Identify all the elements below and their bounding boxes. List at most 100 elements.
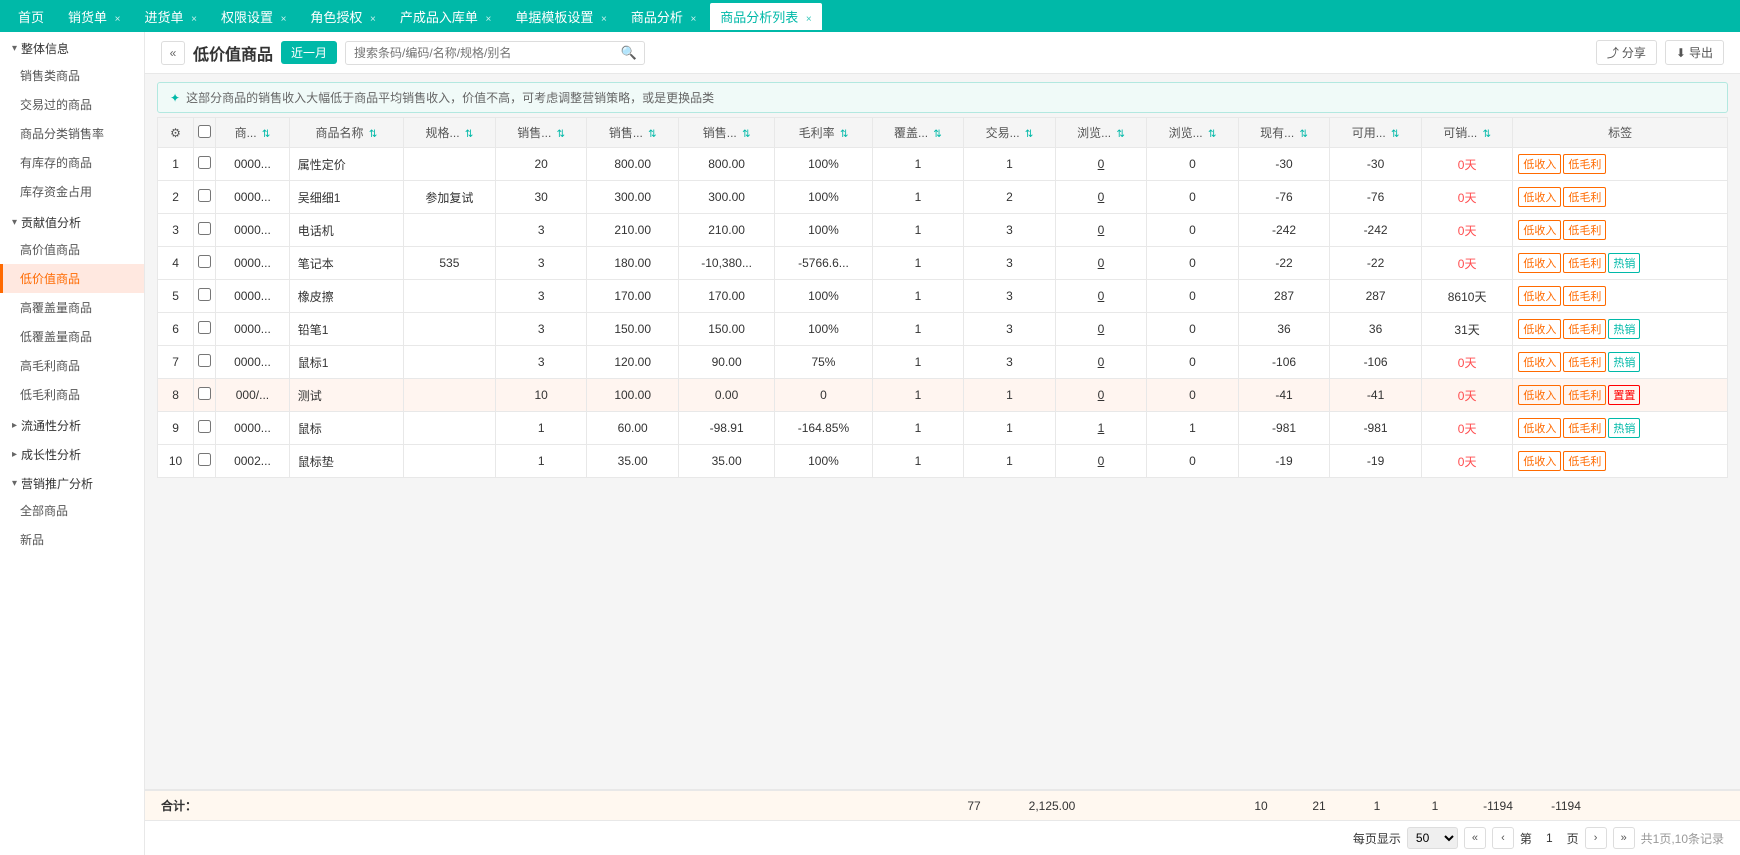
td-checkbox[interactable] bbox=[194, 247, 216, 280]
browse1-link[interactable]: 0 bbox=[1098, 157, 1105, 171]
td-name[interactable]: 笔记本 bbox=[289, 247, 403, 280]
nav-home[interactable]: 首页 bbox=[8, 3, 54, 30]
th-trade[interactable]: 交易... ⇅ bbox=[964, 118, 1056, 148]
th-code[interactable]: 商... ⇅ bbox=[216, 118, 290, 148]
th-settings[interactable]: ⚙ bbox=[158, 118, 194, 148]
table-wrapper[interactable]: ⚙ 商... ⇅ 商品名称 ⇅ 规格... ⇅ 销售... ⇅ 销售... ⇅ … bbox=[157, 117, 1728, 789]
share-button[interactable]: ⤴ 分享 bbox=[1596, 40, 1657, 65]
search-icon[interactable]: 🔍 bbox=[621, 45, 637, 61]
nav-analysis[interactable]: 商品分析 × bbox=[621, 3, 706, 30]
td-name[interactable]: 电话机 bbox=[289, 214, 403, 247]
browse1-link[interactable]: 0 bbox=[1098, 256, 1105, 270]
td-checkbox[interactable] bbox=[194, 214, 216, 247]
td-browse1[interactable]: 0 bbox=[1055, 214, 1147, 247]
nav-roles[interactable]: 角色授权 × bbox=[300, 3, 385, 30]
nav-roles-close[interactable]: × bbox=[370, 14, 376, 25]
td-name[interactable]: 橡皮擦 bbox=[289, 280, 403, 313]
sidebar-item-high-profit[interactable]: 高毛利商品 bbox=[0, 351, 144, 380]
nav-purchase-close[interactable]: × bbox=[191, 14, 197, 25]
td-name[interactable]: 鼠标 bbox=[289, 412, 403, 445]
nav-permissions[interactable]: 权限设置 × bbox=[211, 3, 296, 30]
row-checkbox[interactable] bbox=[198, 387, 211, 400]
td-browse1[interactable]: 1 bbox=[1055, 412, 1147, 445]
nav-products-close[interactable]: × bbox=[486, 14, 492, 25]
next-page-button[interactable]: › bbox=[1585, 827, 1607, 849]
browse1-link[interactable]: 0 bbox=[1098, 190, 1105, 204]
row-checkbox[interactable] bbox=[198, 156, 211, 169]
row-checkbox[interactable] bbox=[198, 420, 211, 433]
th-name[interactable]: 商品名称 ⇅ bbox=[289, 118, 403, 148]
td-browse1[interactable]: 0 bbox=[1055, 148, 1147, 181]
td-browse1[interactable]: 0 bbox=[1055, 181, 1147, 214]
sidebar-section-marketing[interactable]: ▾ 营销推广分析 bbox=[0, 467, 144, 496]
td-name[interactable]: 铅笔1 bbox=[289, 313, 403, 346]
export-button[interactable]: ⬇ 导出 bbox=[1665, 40, 1724, 65]
th-sales2[interactable]: 销售... ⇅ bbox=[587, 118, 679, 148]
row-checkbox[interactable] bbox=[198, 255, 211, 268]
th-checkbox[interactable] bbox=[194, 118, 216, 148]
td-browse1[interactable]: 0 bbox=[1055, 346, 1147, 379]
row-checkbox[interactable] bbox=[198, 354, 211, 367]
browse1-link[interactable]: 0 bbox=[1098, 289, 1105, 303]
nav-analysis-close[interactable]: × bbox=[690, 14, 696, 25]
row-checkbox[interactable] bbox=[198, 453, 211, 466]
td-name[interactable]: 鼠标垫 bbox=[289, 445, 403, 478]
sidebar-section-overall[interactable]: ▾ 整体信息 bbox=[0, 32, 144, 61]
browse1-link[interactable]: 0 bbox=[1098, 223, 1105, 237]
sidebar-item-low-profit[interactable]: 低毛利商品 bbox=[0, 380, 144, 409]
browse1-link[interactable]: 0 bbox=[1098, 388, 1105, 402]
row-checkbox[interactable] bbox=[198, 288, 211, 301]
sidebar-item-stock[interactable]: 有库存的商品 bbox=[0, 148, 144, 177]
nav-analysis-list-close[interactable]: × bbox=[806, 14, 812, 25]
td-browse1[interactable]: 0 bbox=[1055, 280, 1147, 313]
sidebar-item-sales-products[interactable]: 销售类商品 bbox=[0, 61, 144, 90]
td-browse1[interactable]: 0 bbox=[1055, 247, 1147, 280]
th-gross[interactable]: 毛利率 ⇅ bbox=[775, 118, 872, 148]
th-available[interactable]: 可用... ⇅ bbox=[1330, 118, 1422, 148]
td-browse1[interactable]: 0 bbox=[1055, 379, 1147, 412]
row-checkbox[interactable] bbox=[198, 189, 211, 202]
per-page-select[interactable]: 50 100 200 bbox=[1407, 827, 1458, 849]
td-checkbox[interactable] bbox=[194, 280, 216, 313]
nav-products[interactable]: 产成品入库单 × bbox=[390, 3, 501, 30]
prev-page-button[interactable]: ‹ bbox=[1492, 827, 1514, 849]
nav-sales-close[interactable]: × bbox=[115, 14, 121, 25]
sidebar-item-low-value[interactable]: 低价值商品 bbox=[0, 264, 144, 293]
sidebar-item-capital[interactable]: 库存资金占用 bbox=[0, 177, 144, 206]
td-browse1[interactable]: 0 bbox=[1055, 313, 1147, 346]
td-browse1[interactable]: 0 bbox=[1055, 445, 1147, 478]
td-name[interactable]: 鼠标1 bbox=[289, 346, 403, 379]
filter-period-button[interactable]: 近一月 bbox=[281, 41, 337, 64]
sidebar-item-new-products[interactable]: 新品 bbox=[0, 525, 144, 554]
sidebar-item-high-coverage[interactable]: 高覆盖量商品 bbox=[0, 293, 144, 322]
last-page-button[interactable]: » bbox=[1613, 827, 1635, 849]
th-spec[interactable]: 规格... ⇅ bbox=[403, 118, 495, 148]
row-checkbox[interactable] bbox=[198, 222, 211, 235]
sidebar-item-all-products[interactable]: 全部商品 bbox=[0, 496, 144, 525]
sidebar-section-circulation[interactable]: ▸ 流通性分析 bbox=[0, 409, 144, 438]
sidebar-item-high-value[interactable]: 高价值商品 bbox=[0, 235, 144, 264]
row-checkbox[interactable] bbox=[198, 321, 211, 334]
th-sales1[interactable]: 销售... ⇅ bbox=[495, 118, 587, 148]
th-sellable[interactable]: 可销... ⇅ bbox=[1421, 118, 1513, 148]
browse1-link[interactable]: 0 bbox=[1098, 454, 1105, 468]
th-current[interactable]: 现有... ⇅ bbox=[1238, 118, 1330, 148]
td-checkbox[interactable] bbox=[194, 379, 216, 412]
collapse-sidebar-button[interactable]: « bbox=[161, 41, 185, 65]
td-checkbox[interactable] bbox=[194, 313, 216, 346]
sidebar-item-traded[interactable]: 交易过的商品 bbox=[0, 90, 144, 119]
search-input[interactable] bbox=[345, 41, 645, 65]
select-all-checkbox[interactable] bbox=[198, 125, 211, 138]
td-checkbox[interactable] bbox=[194, 445, 216, 478]
td-name[interactable]: 测试 bbox=[289, 379, 403, 412]
nav-purchase[interactable]: 进货单 × bbox=[134, 3, 206, 30]
td-checkbox[interactable] bbox=[194, 181, 216, 214]
nav-sales[interactable]: 销货单 × bbox=[58, 3, 130, 30]
browse1-link[interactable]: 1 bbox=[1098, 421, 1105, 435]
td-checkbox[interactable] bbox=[194, 412, 216, 445]
td-checkbox[interactable] bbox=[194, 148, 216, 181]
th-browse2[interactable]: 浏览... ⇅ bbox=[1147, 118, 1239, 148]
first-page-button[interactable]: « bbox=[1464, 827, 1486, 849]
sidebar-item-low-coverage[interactable]: 低覆盖量商品 bbox=[0, 322, 144, 351]
td-name[interactable]: 吴细细1 bbox=[289, 181, 403, 214]
